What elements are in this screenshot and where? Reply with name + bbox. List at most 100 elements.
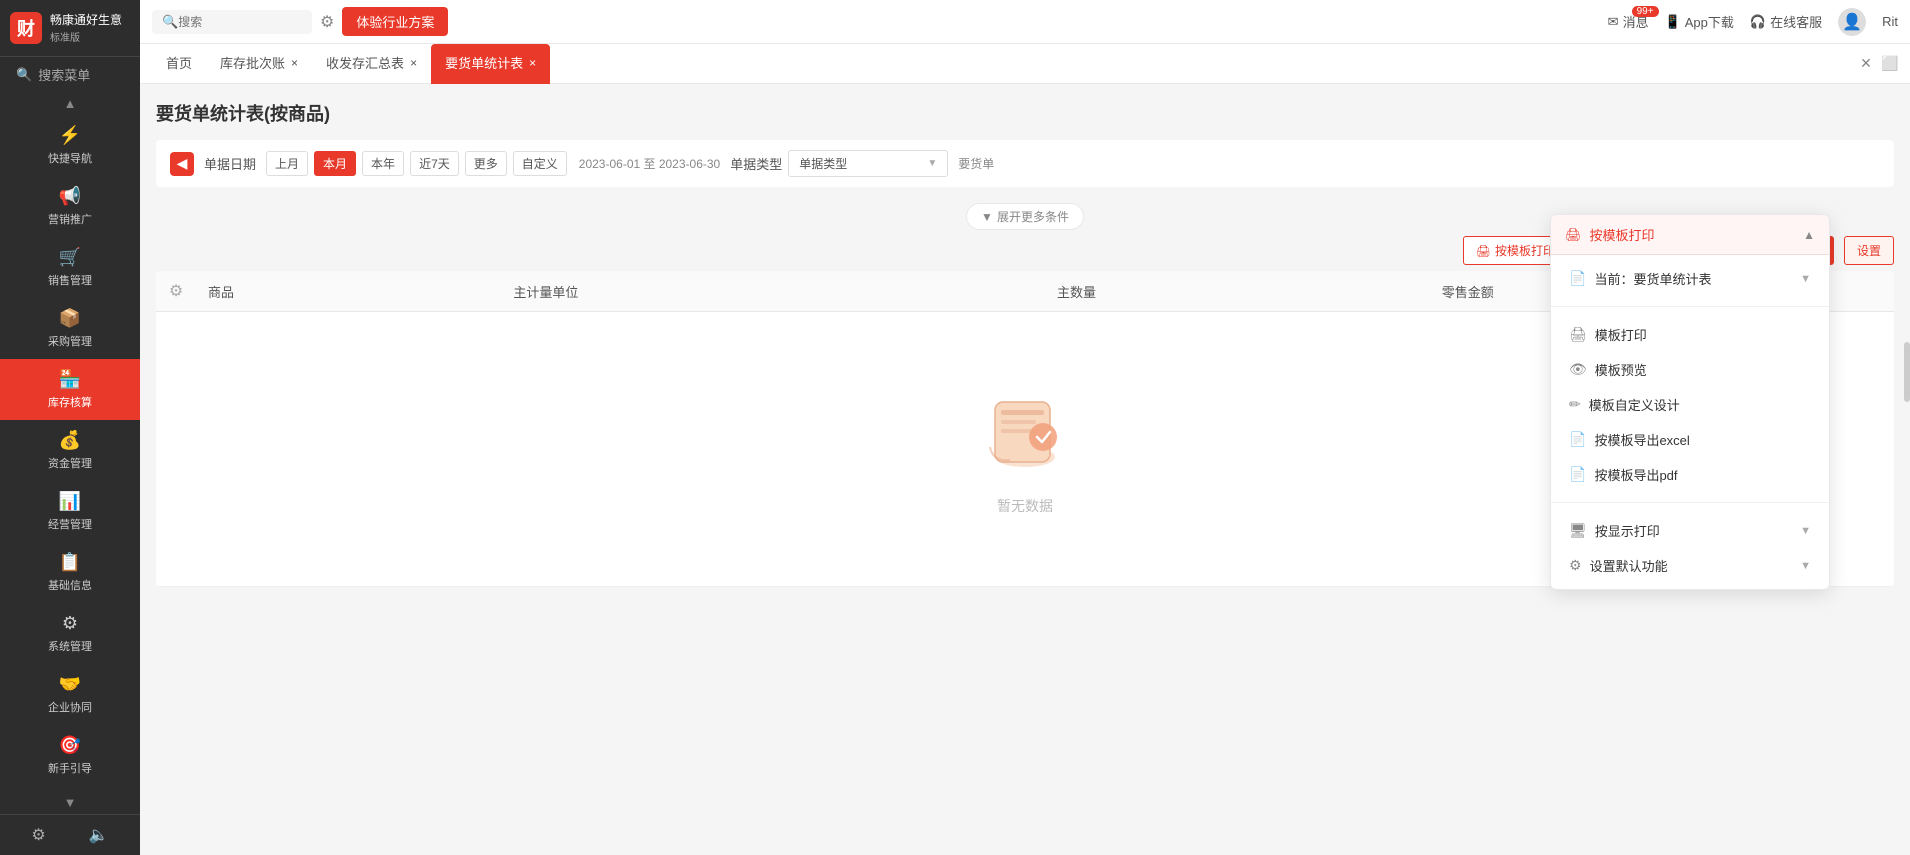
- empty-text: 暂无数据: [997, 496, 1053, 516]
- dropdown-item-template-print[interactable]: 🖨 模板打印: [1551, 317, 1829, 352]
- sidebar-item-inventory[interactable]: 🏪 库存核算: [0, 359, 140, 420]
- display-print-label: 按显示打印: [1595, 521, 1660, 540]
- settings-btn[interactable]: 设置: [1844, 236, 1894, 265]
- template-preview-icon: 👁: [1569, 361, 1587, 378]
- sidebar-item-purchase[interactable]: 📦 采购管理: [0, 298, 140, 359]
- item-left: 👁 模板预览: [1569, 360, 1647, 379]
- tab-order-stats-label: 要货单统计表: [445, 53, 523, 72]
- tab-order-stats-close[interactable]: ×: [529, 56, 536, 70]
- topbar-search-box[interactable]: 🔍: [152, 10, 312, 34]
- date-btn-current-month[interactable]: 本月: [314, 151, 356, 176]
- settings-bottom-icon[interactable]: ⚙: [31, 825, 45, 845]
- item-left: 📄 按模板导出pdf: [1569, 465, 1678, 484]
- topbar-service[interactable]: 🎧 在线客服: [1750, 12, 1822, 31]
- date-btn-prev-month[interactable]: 上月: [266, 151, 308, 176]
- sidebar-item-label: 采购管理: [48, 333, 92, 349]
- display-print-caret: ▼: [1800, 525, 1811, 537]
- topbar-right: ✉ 消息 99+ 📱 App下载 🎧 在线客服 👤 Rit: [1608, 8, 1898, 36]
- dropdown-item-default-func[interactable]: ⚙ 设置默认功能 ▼: [1551, 548, 1829, 583]
- item-left: 🖨 模板打印: [1569, 325, 1647, 344]
- default-func-icon: ⚙: [1569, 557, 1582, 574]
- sidebar-item-label: 库存核算: [48, 394, 92, 410]
- dropdown-item-template-preview[interactable]: 👁 模板预览: [1551, 352, 1829, 387]
- expand-more-btn[interactable]: ▼ 展开更多条件: [966, 203, 1084, 230]
- page-content: 要货单统计表(按商品) ◀ 单据日期 上月 本月 本年 近7天 更多 自定义 2…: [140, 84, 1910, 855]
- app-name: 畅康通好生意: [50, 12, 122, 29]
- sidebar-item-operation[interactable]: 📊 经营管理: [0, 481, 140, 542]
- dropdown-item-export-excel[interactable]: 📄 按模板导出excel: [1551, 422, 1829, 457]
- template-print-label: 模板打印: [1595, 325, 1647, 344]
- date-btn-last7[interactable]: 近7天: [410, 151, 459, 176]
- dropdown-item-template-design[interactable]: ✏ 模板自定义设计: [1551, 387, 1829, 422]
- sidebar-search-label: 搜索菜单: [38, 65, 90, 84]
- sidebar-item-marketing[interactable]: 📢 营销推广: [0, 176, 140, 237]
- sidebar-item-basic[interactable]: 📋 基础信息: [0, 542, 140, 603]
- tab-inventory-batch[interactable]: 库存批次账 ×: [206, 44, 312, 84]
- dropdown-item-current[interactable]: 📄 当前：要货单统计表 ▼: [1551, 261, 1829, 296]
- sidebar-item-system[interactable]: ⚙ 系统管理: [0, 603, 140, 664]
- filter-expand-btn[interactable]: ◀: [170, 152, 194, 176]
- item-left: 📄 按模板导出excel: [1569, 430, 1690, 449]
- doctype-select-value: 单据类型: [799, 155, 847, 172]
- col-qty: 主数量: [1045, 271, 1430, 312]
- date-btn-custom[interactable]: 自定义: [513, 151, 567, 176]
- date-btn-more[interactable]: 更多: [465, 151, 507, 176]
- window-close-btn[interactable]: ✕: [1858, 56, 1874, 72]
- topbar-message[interactable]: ✉ 消息 99+: [1608, 12, 1649, 31]
- item-left: 🖥 按显示打印: [1569, 521, 1660, 540]
- user-avatar[interactable]: 👤: [1838, 8, 1866, 36]
- sidebar-scroll-down[interactable]: ▼: [0, 791, 140, 814]
- sales-icon: 🛒: [59, 247, 81, 268]
- sidebar-nav: ⚡ 快捷导航 📢 营销推广 🛒 销售管理 📦 采购管理 🏪 库存核算 💰 资金管…: [0, 115, 140, 791]
- sidebar-item-label: 快捷导航: [48, 150, 92, 166]
- sound-bottom-icon[interactable]: 🔈: [89, 825, 109, 845]
- dropdown-current-label: 当前：要货单统计表: [1594, 269, 1711, 288]
- purchase-icon: 📦: [59, 308, 81, 329]
- search-icon: 🔍: [16, 67, 32, 83]
- sidebar-item-beginner[interactable]: 🎯 新手引导: [0, 725, 140, 786]
- col-unit: 主计量单位: [501, 271, 1045, 312]
- user-name[interactable]: Rit: [1882, 14, 1898, 29]
- dropdown-item-export-pdf[interactable]: 📄 按模板导出pdf: [1551, 457, 1829, 492]
- finance-icon: 💰: [59, 430, 81, 451]
- operation-icon: 📊: [59, 491, 81, 512]
- col-settings[interactable]: ⚙: [156, 271, 196, 312]
- sidebar-item-enterprise[interactable]: 🤝 企业协同: [0, 664, 140, 725]
- sidebar-item-finance[interactable]: 💰 资金管理: [0, 420, 140, 481]
- dropdown-item-display-print[interactable]: 🖥 按显示打印 ▼: [1551, 513, 1829, 548]
- sidebar: 财 畅康通好生意 标准版 🔍 搜索菜单 ▲ ⚡ 快捷导航 📢 营销推广 🛒 销售…: [0, 0, 140, 855]
- printer-icon: 🖨: [1476, 244, 1491, 258]
- col-goods: 商品: [196, 271, 501, 312]
- sidebar-search[interactable]: 🔍 搜索菜单: [0, 57, 140, 92]
- tab-order-stats[interactable]: 要货单统计表 ×: [431, 44, 550, 84]
- message-icon: ✉: [1608, 14, 1619, 30]
- dropdown-header-left: 🖨 按模板打印: [1565, 225, 1655, 244]
- sidebar-item-sales[interactable]: 🛒 销售管理: [0, 237, 140, 298]
- sidebar-item-quick-nav[interactable]: ⚡ 快捷导航: [0, 115, 140, 176]
- window-maximize-btn[interactable]: ⬜: [1882, 56, 1898, 72]
- tab-receive-summary-close[interactable]: ×: [410, 56, 417, 70]
- topbar-app-download[interactable]: 📱 App下载: [1665, 12, 1734, 31]
- sidebar-item-label: 营销推广: [48, 211, 92, 227]
- tab-inventory-batch-close[interactable]: ×: [291, 56, 298, 70]
- topbar-search-input[interactable]: [178, 15, 298, 29]
- doctype-select[interactable]: 单据类型 ▼: [788, 150, 948, 177]
- table-gear-icon[interactable]: ⚙: [169, 283, 183, 300]
- trial-btn[interactable]: 体验行业方案: [342, 7, 448, 36]
- dropdown-header[interactable]: 🖨 按模板打印 ▲: [1551, 215, 1829, 255]
- date-btn-current-year[interactable]: 本年: [362, 151, 404, 176]
- tab-receive-summary[interactable]: 收发存汇总表 ×: [312, 44, 431, 84]
- topbar-gear-icon[interactable]: ⚙: [320, 12, 334, 32]
- default-func-label: 设置默认功能: [1590, 556, 1668, 575]
- doctype-filter-label: 单据类型: [730, 154, 782, 173]
- sidebar-item-label: 销售管理: [48, 272, 92, 288]
- display-print-icon: 🖥: [1569, 522, 1587, 539]
- scrollbar-handle[interactable]: [1904, 342, 1910, 402]
- marketing-icon: 📢: [59, 186, 81, 207]
- template-print-icon: 🖨: [1569, 326, 1587, 343]
- sidebar-scroll-up[interactable]: ▲: [0, 92, 140, 115]
- message-badge: 99+: [1632, 6, 1659, 17]
- tab-home[interactable]: 首页: [152, 44, 206, 84]
- filter-doctype-group: 单据类型 单据类型 ▼: [730, 150, 948, 177]
- order-type-label: 要货单: [958, 155, 994, 172]
